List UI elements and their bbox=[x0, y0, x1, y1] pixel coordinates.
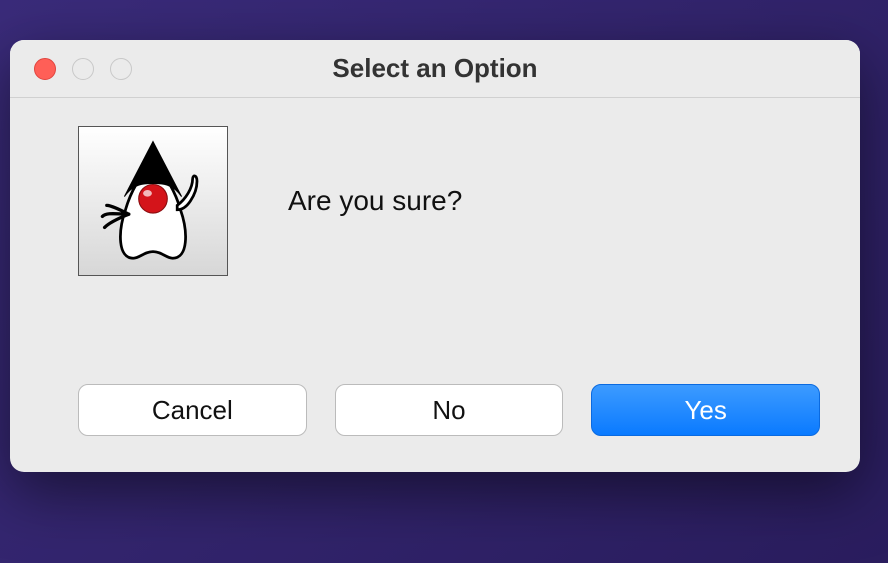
java-duke-icon bbox=[87, 135, 219, 267]
button-row: Cancel No Yes bbox=[50, 384, 820, 436]
dialog-title: Select an Option bbox=[10, 53, 860, 84]
message-row: Are you sure? bbox=[50, 126, 820, 276]
maximize-window-button[interactable] bbox=[110, 58, 132, 80]
no-button[interactable]: No bbox=[335, 384, 564, 436]
dialog-content: Are you sure? Cancel No Yes bbox=[10, 98, 860, 472]
window-controls bbox=[10, 58, 132, 80]
cancel-button[interactable]: Cancel bbox=[78, 384, 307, 436]
minimize-window-button[interactable] bbox=[72, 58, 94, 80]
confirm-dialog: Select an Option Are you sure bbox=[10, 40, 860, 472]
yes-button[interactable]: Yes bbox=[591, 384, 820, 436]
dialog-icon-frame bbox=[78, 126, 228, 276]
close-window-button[interactable] bbox=[34, 58, 56, 80]
dialog-message: Are you sure? bbox=[288, 185, 462, 217]
titlebar: Select an Option bbox=[10, 40, 860, 98]
